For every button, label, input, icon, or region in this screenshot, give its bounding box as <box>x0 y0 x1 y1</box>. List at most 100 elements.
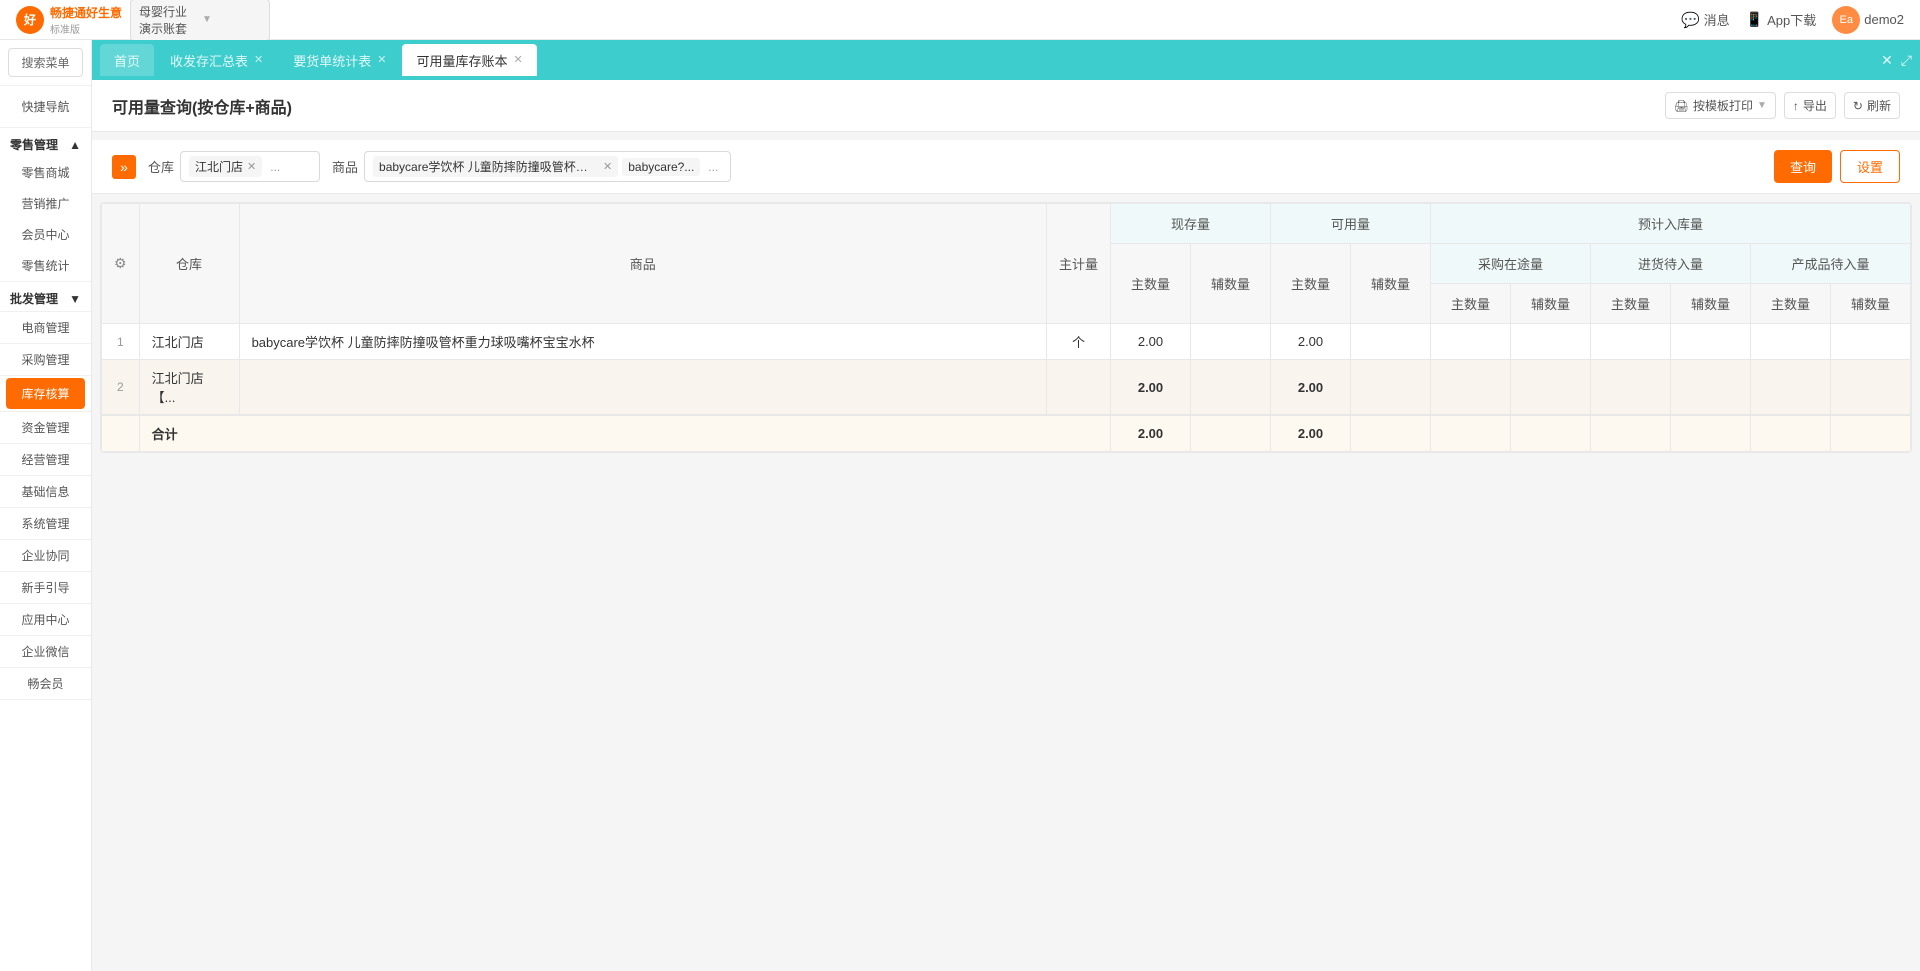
th-incoming-main: 主数量 <box>1591 284 1671 324</box>
sidebar-section-vip: 畅会员 <box>0 668 91 700</box>
product-more-button[interactable]: ... <box>704 160 722 174</box>
tab-available-inventory-label: 可用量库存账本 <box>416 51 507 70</box>
search-menu-button[interactable]: 搜索菜单 <box>8 48 83 77</box>
logo-text: 畅捷通好生意 标准版 <box>50 4 122 36</box>
messages-button[interactable]: 💬 消息 <box>1681 10 1730 29</box>
app-download-button[interactable]: 📱 App下载 <box>1746 10 1817 29</box>
row-2-produced-main <box>1751 360 1831 416</box>
row-2-incoming-main <box>1591 360 1671 416</box>
totals-purchase-main <box>1431 415 1511 452</box>
row-1-stock-aux <box>1191 324 1271 360</box>
sidebar-item-finance[interactable]: 资金管理 <box>0 412 91 443</box>
row-1-incoming-aux <box>1671 324 1751 360</box>
sidebar-item-retail-shop[interactable]: 零售商城 <box>0 157 91 188</box>
th-stock-group: 现存量 <box>1111 204 1271 244</box>
totals-produced-aux <box>1831 415 1911 452</box>
th-purchase-aux: 辅数量 <box>1511 284 1591 324</box>
query-button[interactable]: 查询 <box>1774 150 1832 183</box>
sidebar-section-system: 系统管理 <box>0 508 91 540</box>
totals-row: 合计 2.00 2.00 <box>102 415 1911 452</box>
sidebar-item-system[interactable]: 系统管理 <box>0 508 91 539</box>
sidebar-item-ecommerce[interactable]: 电商管理 <box>0 312 91 343</box>
sidebar-section-retail: 零售管理 ▲ 零售商城 营销推广 会员中心 零售统计 <box>0 128 91 282</box>
print-button[interactable]: 🖨 按模板打印 ▼ <box>1665 92 1776 119</box>
refresh-button[interactable]: ↻ 刷新 <box>1844 92 1900 119</box>
product-filter-input[interactable]: babycare学饮杯 儿童防摔防撞吸管杯重力球吸嘴杯宝宝水杯 ✕ babyca… <box>364 151 731 182</box>
chevron-down-icon: ▼ <box>1757 100 1767 111</box>
product-tag-1-close[interactable]: ✕ <box>603 160 612 173</box>
table-scroll-area[interactable]: ⚙ 仓库 商品 主计量 现存量 可用量 预计入库量 主数量 <box>101 203 1911 452</box>
sidebar-section-basic: 基础信息 <box>0 476 91 508</box>
sidebar-section-wholesale: 批发管理 ▼ <box>0 282 91 312</box>
tab-bar-actions: ✕ ⤢ <box>1881 52 1912 69</box>
tab-home[interactable]: 首页 <box>100 44 154 76</box>
tab-available-inventory-close[interactable]: ✕ <box>514 55 523 66</box>
user-menu[interactable]: Ea demo2 <box>1832 6 1904 34</box>
product-tag-1: babycare学饮杯 儿童防摔防撞吸管杯重力球吸嘴杯宝宝水杯 ✕ <box>373 156 618 177</box>
row-2-index: 2 <box>102 360 140 416</box>
table-row: 1 江北门店 babycare学饮杯 儿童防摔防撞吸管杯重力球吸嘴杯宝宝水杯 个… <box>102 324 1911 360</box>
export-button[interactable]: ↑ 导出 <box>1784 92 1836 119</box>
warehouse-filter-input[interactable]: 江北门店 ✕ ... <box>180 151 320 182</box>
sidebar-item-basic[interactable]: 基础信息 <box>0 476 91 507</box>
top-bar-right: 💬 消息 📱 App下载 Ea demo2 <box>1681 6 1904 34</box>
expand-button[interactable]: ⤢ <box>1901 52 1912 69</box>
settings-gear-icon[interactable]: ⚙ <box>114 255 127 271</box>
sidebar-item-inventory[interactable]: 库存核算 <box>6 378 85 409</box>
totals-purchase-aux <box>1511 415 1591 452</box>
sidebar-item-member[interactable]: 会员中心 <box>0 219 91 250</box>
th-avail-main: 主数量 <box>1271 244 1351 324</box>
sidebar-section-business: 经营管理 <box>0 444 91 476</box>
sidebar-item-purchase[interactable]: 采购管理 <box>0 344 91 375</box>
warehouse-filter-group: 仓库 江北门店 ✕ ... <box>148 151 320 182</box>
tab-stock-summary[interactable]: 收发存汇总表 ✕ <box>156 44 277 76</box>
tab-available-inventory[interactable]: 可用量库存账本 ✕ <box>402 44 536 76</box>
row-1-purchase-aux <box>1511 324 1591 360</box>
sidebar-item-quick-nav[interactable]: 快捷导航 <box>0 90 91 123</box>
sidebar-section-wholesale-header[interactable]: 批发管理 ▼ <box>0 282 91 311</box>
warehouse-tag: 江北门店 ✕ <box>189 156 262 177</box>
product-filter-label: 商品 <box>332 157 358 176</box>
sidebar-section-ecommerce: 电商管理 <box>0 312 91 344</box>
row-1-index: 1 <box>102 324 140 360</box>
tab-order-stats[interactable]: 要货单统计表 ✕ <box>279 44 400 76</box>
row-1-product: babycare学饮杯 儿童防摔防撞吸管杯重力球吸嘴杯宝宝水杯 <box>239 324 1046 360</box>
sidebar-item-business[interactable]: 经营管理 <box>0 444 91 475</box>
refresh-icon: ↻ <box>1853 99 1863 113</box>
sidebar-item-retail-stats[interactable]: 零售统计 <box>0 250 91 281</box>
top-bar: 好 畅捷通好生意 标准版 母婴行业演示账套 ▼ 💬 消息 📱 App下载 Ea … <box>0 0 1920 40</box>
totals-avail-aux <box>1351 415 1431 452</box>
row-2-product <box>239 360 1046 416</box>
totals-incoming-aux <box>1671 415 1751 452</box>
th-avail-group: 可用量 <box>1271 204 1431 244</box>
tab-order-stats-close[interactable]: ✕ <box>377 55 386 66</box>
sidebar-item-marketing[interactable]: 营销推广 <box>0 188 91 219</box>
page-header-actions: 🖨 按模板打印 ▼ ↑ 导出 ↻ 刷新 <box>1665 92 1900 119</box>
quick-nav-area: 快捷导航 <box>0 86 91 128</box>
row-1-avail-main: 2.00 <box>1271 324 1351 360</box>
th-stock-aux: 辅数量 <box>1191 244 1271 324</box>
warehouse-tag-close[interactable]: ✕ <box>247 160 256 173</box>
tab-stock-summary-close[interactable]: ✕ <box>254 55 263 66</box>
table-row: 2 江北门店【... 2.00 2.00 <box>102 360 1911 416</box>
tab-order-stats-label: 要货单统计表 <box>293 51 371 70</box>
sidebar-section-retail-header[interactable]: 零售管理 ▲ <box>0 128 91 157</box>
sidebar-item-appstore[interactable]: 应用中心 <box>0 604 91 635</box>
tab-home-label: 首页 <box>114 51 140 70</box>
sidebar-search-area: 搜索菜单 <box>0 40 91 86</box>
chevron-down-icon: ▼ <box>202 14 261 25</box>
close-all-tabs-button[interactable]: ✕ <box>1881 52 1893 69</box>
logo: 好 畅捷通好生意 标准版 <box>16 4 122 36</box>
sidebar-item-collab[interactable]: 企业协同 <box>0 540 91 571</box>
industry-selector[interactable]: 母婴行业演示账套 ▼ <box>130 0 270 41</box>
sidebar-item-guide[interactable]: 新手引导 <box>0 572 91 603</box>
content-area: 首页 收发存汇总表 ✕ 要货单统计表 ✕ 可用量库存账本 ✕ ✕ ⤢ <box>92 40 1920 971</box>
sidebar-item-vip[interactable]: 畅会员 <box>0 668 91 699</box>
export-icon: ↑ <box>1793 99 1799 113</box>
filter-expand-button[interactable]: » <box>112 155 136 179</box>
sidebar-section-collab: 企业协同 <box>0 540 91 572</box>
sidebar-section-inventory: 库存核算 <box>0 376 91 412</box>
warehouse-more-button[interactable]: ... <box>266 160 284 174</box>
settings-button[interactable]: 设置 <box>1840 150 1900 183</box>
sidebar-item-wecom[interactable]: 企业微信 <box>0 636 91 667</box>
